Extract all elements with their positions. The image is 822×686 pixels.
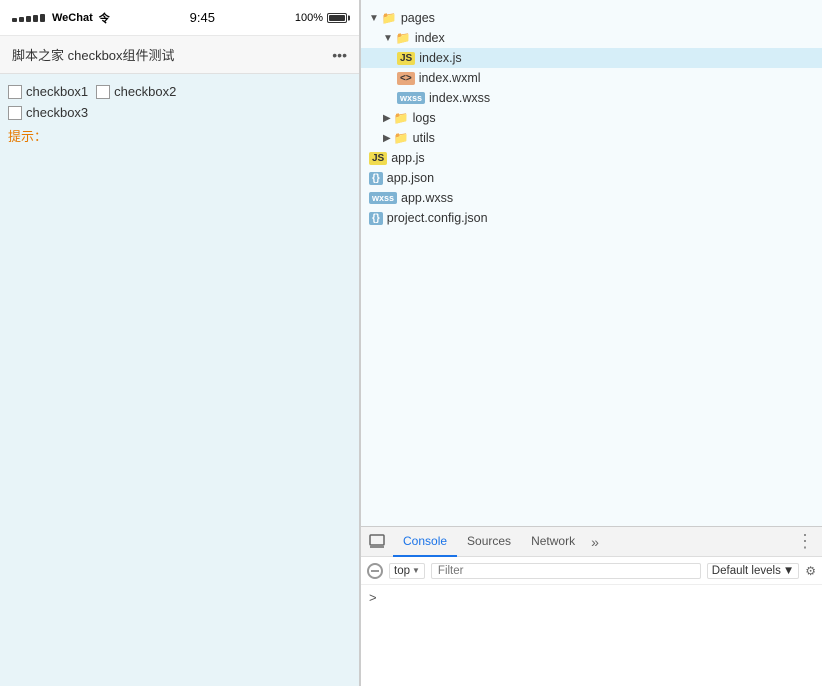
checkbox-item-2: checkbox2 — [96, 84, 176, 99]
context-caret: ▼ — [412, 566, 420, 575]
chevron-index: ▼ — [383, 33, 393, 44]
file-tree: ▼ 📁 pages ▼ 📁 index JS index.js <> index… — [361, 0, 822, 526]
levels-label: Default levels — [712, 565, 781, 577]
checkbox-box-2[interactable] — [96, 85, 110, 99]
clear-console-btn[interactable] — [367, 563, 383, 579]
folder-icon-index: 📁 — [396, 31, 411, 45]
levels-caret: ▼ — [783, 565, 794, 577]
tree-label-logs: logs — [413, 111, 436, 125]
ide-panel: ▼ 📁 pages ▼ 📁 index JS index.js <> index… — [360, 0, 822, 686]
status-time: 9:45 — [190, 10, 215, 25]
console-prompt: > — [369, 590, 377, 605]
tree-label-index-wxss: index.wxss — [429, 91, 490, 105]
console-options-btn[interactable]: ⋮ — [792, 531, 818, 552]
tree-item-app-json[interactable]: {} app.json — [361, 168, 822, 188]
tree-label-index-wxml: index.wxml — [419, 71, 481, 85]
tree-label-app-wxss: app.wxss — [401, 191, 453, 205]
tree-item-index[interactable]: ▼ 📁 index — [361, 28, 822, 48]
chevron-logs: ▶ — [383, 113, 391, 124]
levels-selector[interactable]: Default levels ▼ — [707, 563, 799, 579]
checkbox-item-1: checkbox1 — [8, 84, 88, 99]
badge-json-projectjson: {} — [369, 212, 383, 225]
checkbox-label-1: checkbox1 — [26, 84, 88, 99]
hint-text: 提示： — [8, 126, 351, 145]
tree-item-index-wxml[interactable]: <> index.wxml — [361, 68, 822, 88]
tree-label-index-js: index.js — [419, 51, 461, 65]
console-tabs: Console Sources Network » ⋮ — [361, 527, 822, 557]
chevron-utils: ▶ — [383, 133, 391, 144]
tree-label-app-js: app.js — [391, 151, 424, 165]
console-panel: Console Sources Network » ⋮ top — [361, 526, 822, 686]
badge-xml-indexwxml: <> — [397, 72, 415, 85]
signal-dot-1 — [12, 18, 17, 22]
tab-sources[interactable]: Sources — [457, 527, 521, 557]
tree-label-project-json: project.config.json — [387, 211, 488, 225]
console-output: > — [361, 585, 822, 686]
tree-item-pages[interactable]: ▼ 📁 pages — [361, 8, 822, 28]
signal-dot-3 — [26, 16, 31, 22]
badge-json-appjson: {} — [369, 172, 383, 185]
filter-input-wrap — [431, 563, 701, 579]
nav-dots: ••• — [332, 47, 347, 63]
signal-dots — [12, 14, 45, 22]
tree-item-index-js[interactable]: JS index.js — [361, 48, 822, 68]
tree-label-pages: pages — [401, 11, 435, 25]
carrier-label: WeChat — [52, 12, 93, 24]
context-selector[interactable]: top ▼ — [389, 563, 425, 579]
checkbox-box-3[interactable] — [8, 106, 22, 120]
signal-dot-2 — [19, 17, 24, 22]
status-right: 100% — [295, 12, 347, 24]
tab-console[interactable]: Console — [393, 527, 457, 557]
signal-dot-5 — [40, 14, 45, 22]
tree-item-project-json[interactable]: {} project.config.json — [361, 208, 822, 228]
context-label: top — [394, 565, 410, 577]
wifi-icon: 令 — [99, 10, 110, 26]
folder-icon-pages: 📁 — [382, 11, 397, 25]
filter-input[interactable] — [438, 565, 694, 577]
badge-wxss-appwxss: wxss — [369, 192, 397, 204]
no-entry-line — [371, 570, 379, 572]
checkbox-row-2: checkbox3 — [8, 105, 351, 120]
phone-panel: WeChat 令 9:45 100% 脚本之家 checkbox组件测试 ••• — [0, 0, 360, 686]
folder-icon-utils: 📁 — [394, 131, 409, 145]
gear-icon[interactable]: ⚙ — [805, 564, 816, 578]
checkbox-box-1[interactable] — [8, 85, 22, 99]
tab-network[interactable]: Network — [521, 527, 585, 557]
tree-item-logs[interactable]: ▶ 📁 logs — [361, 108, 822, 128]
tab-more-btn[interactable]: » — [585, 534, 605, 550]
main-layout: WeChat 令 9:45 100% 脚本之家 checkbox组件测试 ••• — [0, 0, 822, 686]
tree-label-app-json: app.json — [387, 171, 434, 185]
chevron-pages: ▼ — [369, 13, 379, 24]
tree-item-app-js[interactable]: JS app.js — [361, 148, 822, 168]
console-toolbar: top ▼ Default levels ▼ ⚙ — [361, 557, 822, 585]
tree-label-index: index — [415, 31, 445, 45]
phone-nav-bar: 脚本之家 checkbox组件测试 ••• — [0, 36, 359, 74]
battery-icon — [327, 13, 347, 23]
tree-item-utils[interactable]: ▶ 📁 utils — [361, 128, 822, 148]
badge-wxss-indexwxss: wxss — [397, 92, 425, 104]
checkbox-item-3: checkbox3 — [8, 105, 88, 120]
signal-dot-4 — [33, 15, 38, 22]
cursor-inspect-icon — [369, 534, 385, 550]
folder-icon-logs: 📁 — [394, 111, 409, 125]
badge-js-indexjs: JS — [397, 52, 415, 65]
battery-percent: 100% — [295, 12, 323, 24]
badge-js-appjs: JS — [369, 152, 387, 165]
battery-fill — [329, 15, 345, 21]
tree-item-app-wxss[interactable]: wxss app.wxss — [361, 188, 822, 208]
nav-title: 脚本之家 checkbox组件测试 — [12, 45, 175, 64]
inspect-icon-btn[interactable] — [365, 530, 389, 554]
tree-label-utils: utils — [413, 131, 435, 145]
checkbox-label-2: checkbox2 — [114, 84, 176, 99]
checkbox-label-3: checkbox3 — [26, 105, 88, 120]
tree-item-index-wxss[interactable]: wxss index.wxss — [361, 88, 822, 108]
phone-content: checkbox1 checkbox2 checkbox3 提示： — [0, 74, 359, 686]
phone-status-bar: WeChat 令 9:45 100% — [0, 0, 359, 36]
status-left: WeChat 令 — [12, 10, 110, 26]
checkbox-row-1: checkbox1 checkbox2 — [8, 84, 351, 99]
